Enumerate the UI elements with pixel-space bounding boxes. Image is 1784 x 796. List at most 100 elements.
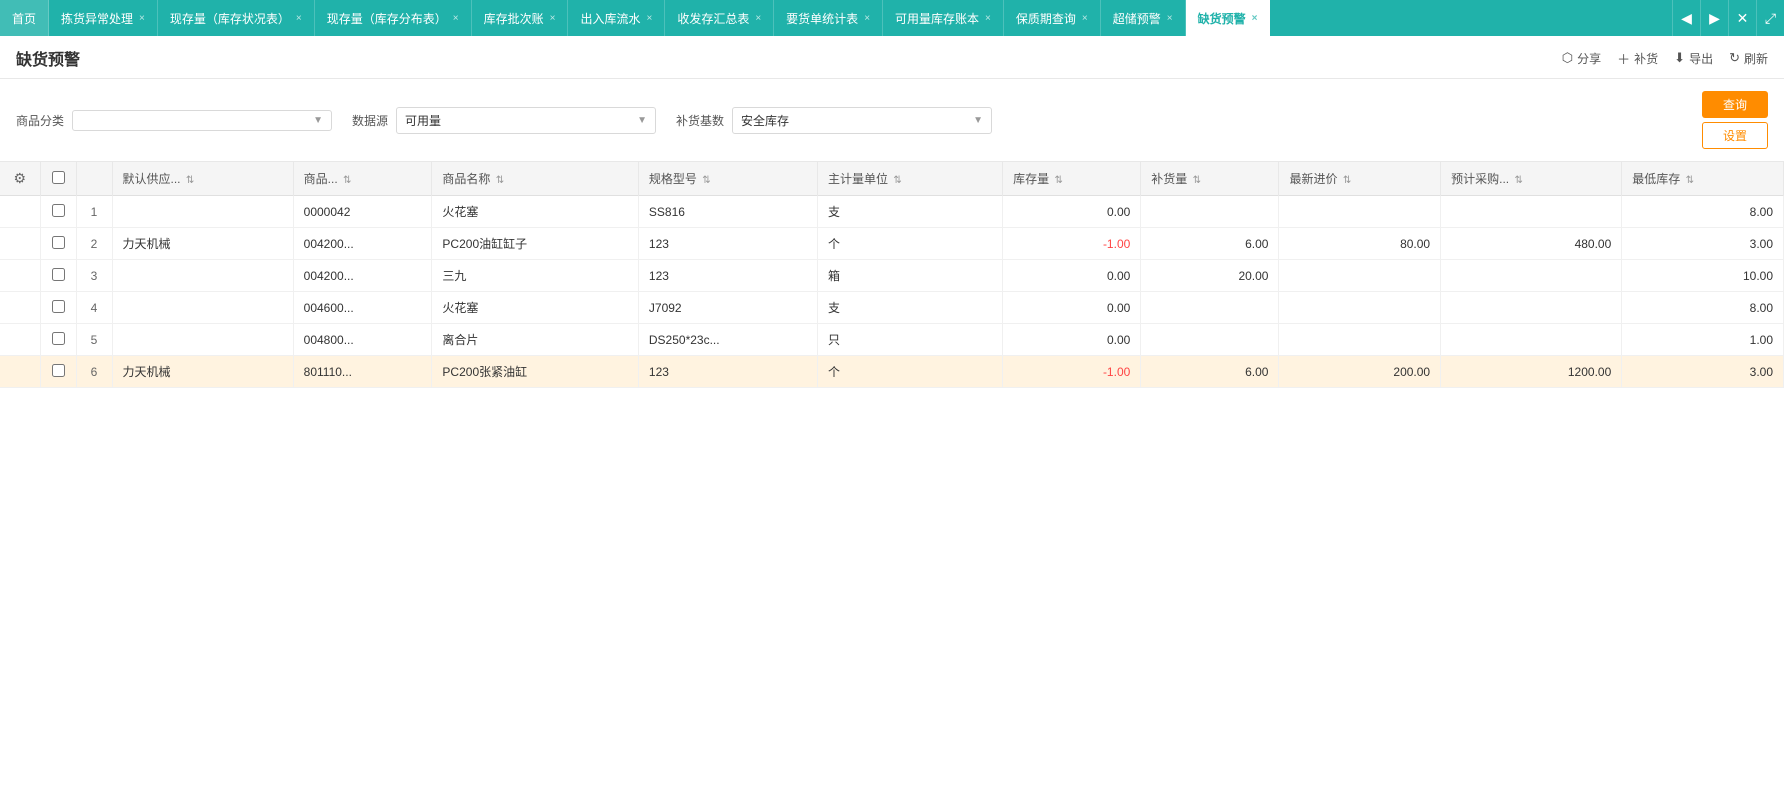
row-spec: 123 — [638, 356, 817, 388]
row-code: 004200... — [293, 228, 432, 260]
table-header-row: ⚙ 默认供应... ⇅ 商品... ⇅ 商品名称 — [0, 162, 1784, 196]
row-checkbox[interactable] — [52, 364, 65, 377]
replenish-action[interactable]: ＋ 补货 — [1617, 49, 1658, 68]
row-stock: 0.00 — [1003, 260, 1141, 292]
th-min-stock[interactable]: 最低库存 ⇅ — [1622, 162, 1784, 196]
th-latest-price[interactable]: 最新进价 ⇅ — [1279, 162, 1441, 196]
tab-close-batch[interactable]: × — [550, 13, 556, 24]
replenish-base-select[interactable]: 安全库存 ▼ — [732, 107, 992, 134]
tab-stock-status[interactable]: 现存量（库存状况表） × — [158, 0, 315, 36]
tab-expiry[interactable]: 保质期查询 × — [1004, 0, 1101, 36]
tab-home[interactable]: 首页 — [0, 0, 49, 36]
row-checkbox[interactable] — [52, 236, 65, 249]
row-supplier — [112, 292, 293, 324]
row-check-cell[interactable] — [40, 292, 76, 324]
tab-shortage[interactable]: 缺货预警 × — [1186, 0, 1271, 36]
tab-scroll-right[interactable]: ▶ — [1700, 0, 1728, 36]
tab-close-stock-status[interactable]: × — [296, 13, 302, 24]
tab-close-shortage[interactable]: × — [1252, 13, 1258, 24]
tab-inout[interactable]: 出入库流水 × — [568, 0, 665, 36]
row-check-cell[interactable] — [40, 356, 76, 388]
th-code[interactable]: 商品... ⇅ — [293, 162, 432, 196]
row-check-cell[interactable] — [40, 196, 76, 228]
page-title: 缺货预警 — [16, 46, 80, 70]
row-gear-cell — [0, 260, 40, 292]
tab-scroll-left[interactable]: ◀ — [1672, 0, 1700, 36]
table-row: 4 004600... 火花塞 J7092 支 0.00 8.00 — [0, 292, 1784, 324]
row-gear-cell — [0, 356, 40, 388]
row-min-stock: 8.00 — [1622, 196, 1784, 228]
tab-nav-controls: ◀ ▶ ✕ ⤢ — [1672, 0, 1784, 36]
row-est-purchase: 1200.00 — [1441, 356, 1622, 388]
tab-close-receive[interactable]: × — [755, 13, 761, 24]
sort-min-stock-icon: ⇅ — [1686, 175, 1694, 186]
row-supplier — [112, 260, 293, 292]
row-checkbox[interactable] — [52, 204, 65, 217]
th-est-purchase[interactable]: 预计采购... ⇅ — [1441, 162, 1622, 196]
th-spec[interactable]: 规格型号 ⇅ — [638, 162, 817, 196]
tab-batch[interactable]: 库存批次账 × — [472, 0, 569, 36]
row-check-cell[interactable] — [40, 324, 76, 356]
tab-abnormal[interactable]: 拣货异常处理 × — [49, 0, 158, 36]
share-action[interactable]: ⬡ 分享 — [1562, 50, 1601, 67]
tab-close-order-stat[interactable]: × — [864, 13, 870, 24]
select-all-checkbox[interactable] — [52, 171, 65, 184]
tab-close-inout[interactable]: × — [646, 13, 652, 24]
row-min-stock: 10.00 — [1622, 260, 1784, 292]
row-spec: SS816 — [638, 196, 817, 228]
row-replenish: 20.00 — [1141, 260, 1279, 292]
tab-expand[interactable]: ⤢ — [1756, 0, 1784, 36]
th-checkbox[interactable] — [40, 162, 76, 196]
th-replenish[interactable]: 补货量 ⇅ — [1141, 162, 1279, 196]
th-name[interactable]: 商品名称 ⇅ — [432, 162, 638, 196]
category-filter-group: 商品分类 ▼ — [16, 110, 332, 131]
row-latest-price — [1279, 196, 1441, 228]
settings-button[interactable]: 设置 — [1702, 122, 1768, 149]
tab-stock-dist[interactable]: 现存量（库存分布表） × — [315, 0, 472, 36]
query-button[interactable]: 查询 — [1702, 91, 1768, 118]
row-est-purchase — [1441, 196, 1622, 228]
th-gear[interactable]: ⚙ — [0, 162, 40, 196]
row-stock: 0.00 — [1003, 196, 1141, 228]
export-action[interactable]: ⬇ 导出 — [1674, 50, 1713, 67]
replenish-base-chevron-icon: ▼ — [973, 115, 983, 126]
row-est-purchase — [1441, 292, 1622, 324]
row-unit: 个 — [818, 228, 1003, 260]
row-checkbox[interactable] — [52, 268, 65, 281]
refresh-action[interactable]: ↻ 刷新 — [1729, 50, 1768, 67]
th-supplier[interactable]: 默认供应... ⇅ — [112, 162, 293, 196]
th-unit[interactable]: 主计量单位 ⇅ — [818, 162, 1003, 196]
page-container: 缺货预警 ⬡ 分享 ＋ 补货 ⬇ 导出 ↻ 刷新 商品分类 — [0, 36, 1784, 796]
row-stock: -1.00 — [1003, 228, 1141, 260]
tab-close-stock-dist[interactable]: × — [453, 13, 459, 24]
tab-overstock[interactable]: 超储预警 × — [1101, 0, 1186, 36]
tab-avail-ledger[interactable]: 可用量库存账本 × — [883, 0, 1004, 36]
tab-close-overstock[interactable]: × — [1167, 13, 1173, 24]
row-checkbox[interactable] — [52, 332, 65, 345]
tab-receive[interactable]: 收发存汇总表 × — [665, 0, 774, 36]
th-stock[interactable]: 库存量 ⇅ — [1003, 162, 1141, 196]
filter-bar: 商品分类 ▼ 数据源 可用量 ▼ 补货基数 安全库存 ▼ 查询 设置 — [0, 79, 1784, 162]
refresh-icon: ↻ — [1729, 50, 1740, 66]
category-select[interactable]: ▼ — [72, 110, 332, 131]
tab-close-current[interactable]: ✕ — [1728, 0, 1756, 36]
row-check-cell[interactable] — [40, 260, 76, 292]
row-supplier — [112, 196, 293, 228]
datasource-label: 数据源 — [352, 112, 388, 129]
datasource-select[interactable]: 可用量 ▼ — [396, 107, 656, 134]
row-check-cell[interactable] — [40, 228, 76, 260]
row-latest-price — [1279, 260, 1441, 292]
tab-order-stat[interactable]: 要货单统计表 × — [774, 0, 883, 36]
tab-close-abnormal[interactable]: × — [139, 13, 145, 24]
replenish-icon: ＋ — [1617, 49, 1630, 68]
row-supplier — [112, 324, 293, 356]
tab-close-avail-ledger[interactable]: × — [985, 13, 991, 24]
tab-close-expiry[interactable]: × — [1082, 13, 1088, 24]
row-min-stock: 8.00 — [1622, 292, 1784, 324]
gear-icon[interactable]: ⚙ — [13, 170, 26, 186]
row-checkbox[interactable] — [52, 300, 65, 313]
row-gear-cell — [0, 324, 40, 356]
sort-stock-icon: ⇅ — [1054, 175, 1062, 186]
export-icon: ⬇ — [1674, 50, 1685, 66]
row-spec: J7092 — [638, 292, 817, 324]
